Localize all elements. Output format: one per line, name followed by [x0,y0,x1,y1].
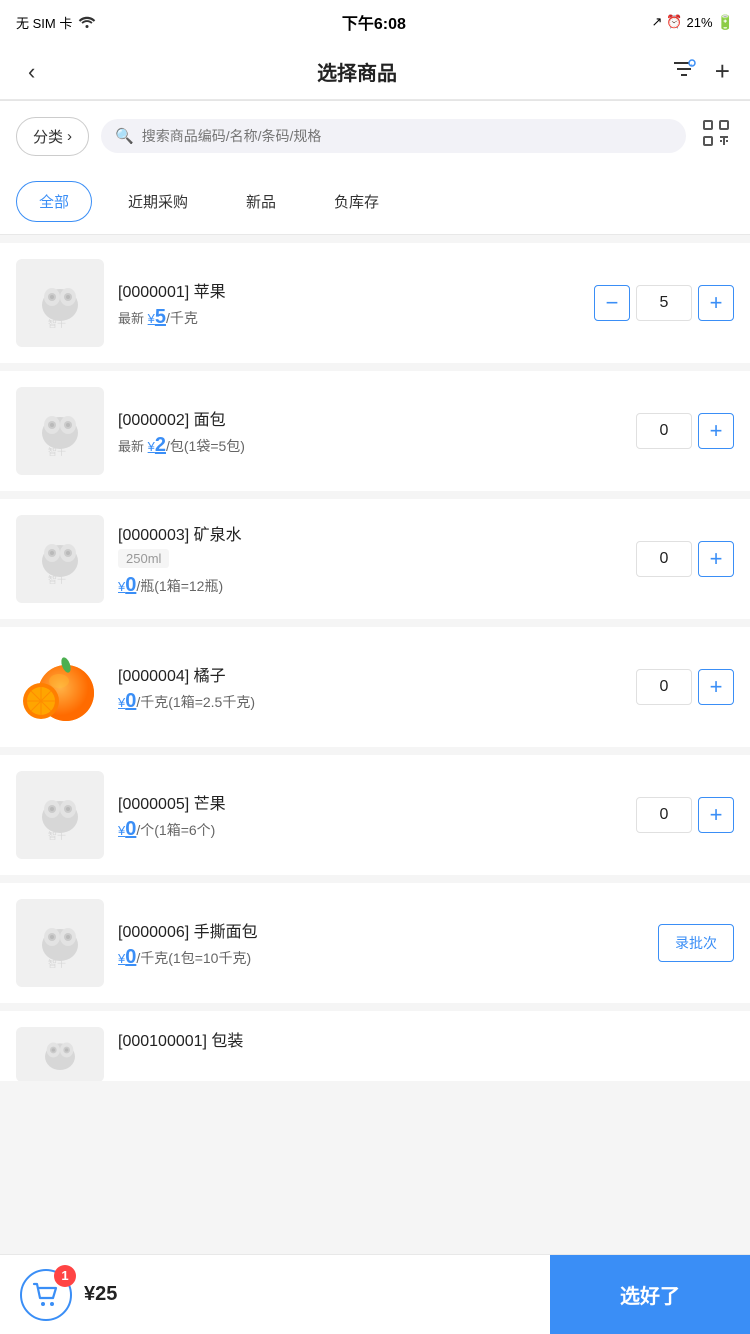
nav-bar: ‹ 选择商品 + + [0,44,750,100]
product-name: [0000005] 芒果 [118,790,622,814]
svg-text:智十: 智十 [48,574,66,585]
qty-input[interactable] [636,413,692,449]
qty-increase-button[interactable]: + [698,797,734,833]
product-item: 智十 [0000005] 芒果 ¥0/个(1箱=6个) + [0,755,750,875]
status-carrier: 无 SIM 卡 [16,13,96,32]
product-item: 智十 [0000001] 苹果 最新 ¥5/千克 − + [0,243,750,363]
cart-icon-button[interactable]: 1 [20,1269,72,1321]
page-title: 选择商品 [317,57,397,86]
product-price: ¥0/千克(1箱=2.5千克) [118,690,622,713]
qty-input[interactable] [636,541,692,577]
bottom-spacer [0,1081,750,1171]
svg-text:智十: 智十 [48,958,66,969]
qty-increase-button[interactable]: + [698,669,734,705]
wifi-icon [78,15,96,29]
product-image [16,643,104,731]
status-bar: 无 SIM 卡 下午6:08 ↗ ⏰ 21% 🔋 [0,0,750,44]
qty-increase-button[interactable]: + [698,413,734,449]
qty-control: + [636,669,734,705]
tab-bar: 全部 近期采购 新品 负库存 [0,171,750,235]
qty-decrease-button[interactable]: − [594,285,630,321]
product-item: 智十 [0000002] 面包 最新 ¥2/包(1袋=5包) + [0,371,750,491]
tab-new[interactable]: 新品 [224,182,298,221]
svg-text:智十: 智十 [48,446,66,457]
qty-control: + [636,541,734,577]
battery-icon: 🔋 [717,14,734,31]
add-icon[interactable]: + [715,56,730,87]
back-button[interactable]: ‹ [20,51,43,93]
category-button[interactable]: 分类 › [16,117,89,156]
batch-button[interactable]: 录批次 [658,924,734,962]
product-price: 最新 ¥5/千克 [118,306,580,329]
category-arrow-icon: › [67,128,72,145]
scan-icon[interactable] [698,115,734,157]
product-name: [0000003] 矿泉水 [118,521,622,545]
product-info: [0000003] 矿泉水 250ml ¥0/瓶(1箱=12瓶) [118,521,622,597]
product-name: [0000002] 面包 [118,406,622,430]
product-item-partial: [000100001] 包装 [0,1011,750,1081]
product-name: [0000006] 手撕面包 [118,918,644,942]
cart-icon [32,1282,60,1308]
qty-increase-button[interactable]: + [698,541,734,577]
product-name: [0000001] 苹果 [118,278,580,302]
status-time: 下午6:08 [342,10,406,34]
cart-section: 1 ¥25 [0,1269,550,1321]
status-battery: ↗ ⏰ 21% 🔋 [651,14,734,31]
search-bar: 🔍 [101,119,686,153]
svg-text:智十: 智十 [48,830,66,841]
qty-input[interactable] [636,285,692,321]
bottom-bar: 1 ¥25 选好了 [0,1254,750,1334]
cart-total: ¥25 [84,1283,117,1306]
product-item: 智十 [0000003] 矿泉水 250ml ¥0/瓶(1箱=12瓶) + [0,499,750,619]
qty-control: + [636,797,734,833]
product-price: ¥0/个(1箱=6个) [118,818,622,841]
product-name: [0000004] 橘子 [118,662,622,686]
product-thumbnail: 智十 [16,259,104,347]
tab-negative[interactable]: 负库存 [312,182,401,221]
product-info: [000100001] 包装 [118,1027,734,1055]
product-item: [0000004] 橘子 ¥0/千克(1箱=2.5千克) + [0,627,750,747]
nav-actions: + + [671,56,730,87]
qty-input[interactable] [636,669,692,705]
product-thumbnail [16,643,104,731]
product-thumbnail: 智十 [16,771,104,859]
search-icon: 🔍 [115,127,134,145]
tab-recent[interactable]: 近期采购 [106,182,210,221]
battery-percent: 21% [687,15,713,30]
location-icon: ↗ [651,14,662,30]
qty-increase-button[interactable]: + [698,285,734,321]
tab-all[interactable]: 全部 [16,181,92,222]
filter-bar: 分类 › 🔍 [0,101,750,171]
qty-control: + [636,413,734,449]
product-info: [0000005] 芒果 ¥0/个(1箱=6个) [118,790,622,841]
product-price: ¥0/千克(1包=10千克) [118,946,644,969]
product-info: [0000002] 面包 最新 ¥2/包(1袋=5包) [118,406,622,457]
confirm-button[interactable]: 选好了 [550,1255,750,1334]
product-spec: 250ml [118,549,169,568]
alarm-icon: ⏰ [666,14,682,30]
product-price: 最新 ¥2/包(1袋=5包) [118,434,622,457]
qty-input[interactable] [636,797,692,833]
product-info: [0000004] 橘子 ¥0/千克(1箱=2.5千克) [118,662,622,713]
search-input[interactable] [142,128,672,144]
product-name: [000100001] 包装 [118,1027,734,1051]
product-info: [0000006] 手撕面包 ¥0/千克(1包=10千克) [118,918,644,969]
product-price: ¥0/瓶(1箱=12瓶) [118,574,622,597]
filter-icon[interactable]: + [671,58,697,86]
category-label: 分类 [33,126,63,147]
product-list: 智十 [0000001] 苹果 最新 ¥5/千克 − + [0,235,750,1171]
svg-text:智十: 智十 [48,318,66,329]
carrier-text: 无 SIM 卡 [16,13,72,32]
product-item: 智十 [0000006] 手撕面包 ¥0/千克(1包=10千克) 录批次 [0,883,750,1003]
product-thumbnail: 智十 [16,899,104,987]
qty-control: − + [594,285,734,321]
product-thumbnail [16,1027,104,1081]
product-thumbnail: 智十 [16,515,104,603]
product-thumbnail: 智十 [16,387,104,475]
product-info: [0000001] 苹果 最新 ¥5/千克 [118,278,580,329]
cart-badge: 1 [54,1265,76,1287]
